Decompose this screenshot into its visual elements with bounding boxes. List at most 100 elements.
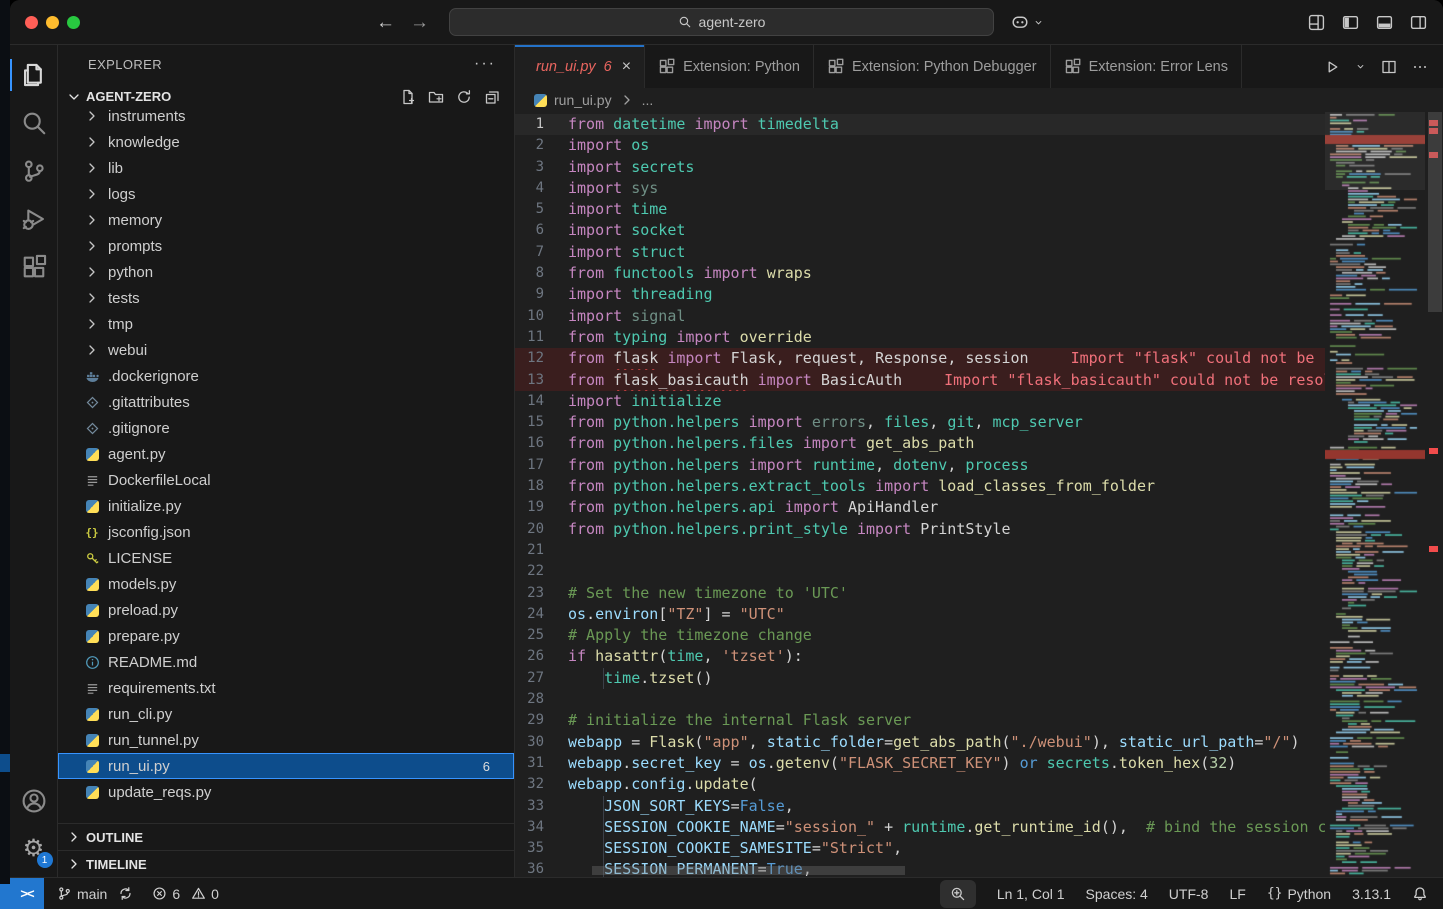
code-line-30[interactable]: 30 webapp = Flask("app", static_folder = ge… (515, 732, 1325, 753)
code-editor[interactable]: 1 from datetime import timedelta 2 import o… (515, 112, 1443, 877)
file-row-jsconfig.json[interactable]: {} jsconfig.json (58, 519, 514, 545)
horizontal-scrollbar[interactable] (592, 866, 905, 875)
code-line-2[interactable]: 2 import os (515, 135, 1325, 156)
notifications-bell-icon[interactable] (1412, 886, 1428, 902)
activity-explorer-icon[interactable] (10, 51, 58, 99)
sync-icon[interactable] (118, 886, 133, 901)
file-row-run_tunnel.py[interactable]: run_tunnel.py (58, 727, 514, 753)
problems-item[interactable]: 6 0 (152, 886, 219, 902)
breadcrumb-more[interactable]: ... (642, 92, 654, 108)
copilot-menu[interactable] (1011, 13, 1044, 31)
cursor-position[interactable]: Ln 1, Col 1 (997, 886, 1065, 902)
code-line-33[interactable]: 33 JSON_SORT_KEYS = False, (515, 796, 1325, 817)
file-row-initialize.py[interactable]: initialize.py (58, 493, 514, 519)
code-line-23[interactable]: 23 # Set the new timezone to 'UTC' (515, 583, 1325, 604)
outline-panel-header[interactable]: OUTLINE (58, 823, 514, 850)
code-line-1[interactable]: 1 from datetime import timedelta (515, 114, 1325, 136)
minimap-slider[interactable] (1325, 112, 1425, 190)
code-line-26[interactable]: 26 if hasattr(time, 'tzset'): (515, 646, 1325, 667)
code-line-10[interactable]: 10 import signal (515, 306, 1325, 327)
minimize-window-button[interactable] (46, 15, 59, 29)
folder-row-knowledge[interactable]: knowledge (58, 129, 514, 155)
close-icon[interactable]: × (622, 58, 631, 76)
timeline-panel-header[interactable]: TIMELINE (58, 850, 514, 877)
code-line-31[interactable]: 31 webapp. secret_key = os. getenv("FLASK_S… (515, 753, 1325, 774)
close-window-button[interactable] (25, 15, 38, 29)
code-line-32[interactable]: 32 webapp. config. update( (515, 774, 1325, 795)
chevron-down-icon[interactable] (1355, 61, 1366, 72)
code-line-19[interactable]: 19 from python.helpers.api import ApiHand… (515, 497, 1325, 518)
tab-run-ui-py[interactable]: run_ui.py 6 × (515, 45, 646, 88)
file-row-README.md[interactable]: README.md (58, 649, 514, 675)
code-line-28[interactable]: 28 (515, 689, 1325, 710)
code-line-17[interactable]: 17 from python.helpers import runtime, do… (515, 455, 1325, 476)
file-row-requirements.txt[interactable]: requirements.txt (58, 675, 514, 701)
toggle-panel-icon[interactable] (1376, 14, 1393, 31)
eol-setting[interactable]: LF (1229, 886, 1245, 902)
code-line-6[interactable]: 6 import socket (515, 220, 1325, 241)
command-center-search[interactable]: agent-zero (449, 8, 994, 36)
file-row-preload.py[interactable]: preload.py (58, 597, 514, 623)
code-line-3[interactable]: 3 import secrets (515, 157, 1325, 178)
code-line-8[interactable]: 8 from functools import wraps (515, 263, 1325, 284)
zoom-button[interactable] (939, 879, 976, 908)
folder-row-tests[interactable]: tests (58, 285, 514, 311)
toggle-primary-sidebar-icon[interactable] (1342, 14, 1359, 31)
folder-row-instruments[interactable]: instruments (58, 103, 514, 129)
folder-row-tmp[interactable]: tmp (58, 311, 514, 337)
code-line-14[interactable]: 14 import initialize (515, 391, 1325, 412)
folder-row-memory[interactable]: memory (58, 207, 514, 233)
code-line-35[interactable]: 35 SESSION_COOKIE_SAMESITE = "Strict", (515, 838, 1325, 859)
code-line-11[interactable]: 11 from typing import override (515, 327, 1325, 348)
explorer-more-actions-icon[interactable]: ··· (474, 55, 496, 73)
split-editor-icon[interactable] (1381, 59, 1397, 75)
encoding-setting[interactable]: UTF-8 (1169, 886, 1209, 902)
git-branch-item[interactable]: main (57, 886, 133, 902)
tab-extension-python-debugger[interactable]: Extension: Python Debugger (813, 45, 1051, 88)
maximize-window-button[interactable] (67, 15, 80, 29)
activity-accounts-icon[interactable] (10, 777, 58, 825)
file-row-models.py[interactable]: models.py (58, 571, 514, 597)
code-line-7[interactable]: 7 import struct (515, 242, 1325, 263)
file-row-.gitignore[interactable]: .gitignore (58, 415, 514, 441)
code-line-13[interactable]: 13 from flask_basicauth import BasicAuth I… (515, 369, 1325, 391)
code-line-27[interactable]: 27 time. tzset() (515, 668, 1325, 689)
tab-extension-python[interactable]: Extension: Python (645, 45, 814, 88)
activity-run-debug-icon[interactable] (10, 195, 58, 243)
file-row-.gitattributes[interactable]: .gitattributes (58, 389, 514, 415)
minimap[interactable] (1325, 112, 1425, 877)
editor-more-actions-icon[interactable] (1412, 59, 1428, 75)
folder-row-webui[interactable]: webui (58, 337, 514, 363)
file-row-prepare.py[interactable]: prepare.py (58, 623, 514, 649)
code-line-21[interactable]: 21 (515, 540, 1325, 561)
code-line-4[interactable]: 4 import sys (515, 178, 1325, 199)
activity-search-icon[interactable] (10, 99, 58, 147)
code-line-5[interactable]: 5 import time (515, 199, 1325, 220)
folder-row-python[interactable]: python (58, 259, 514, 285)
python-interpreter-version[interactable]: 3.13.1 (1352, 886, 1391, 902)
code-line-15[interactable]: 15 from python.helpers import errors, fil… (515, 412, 1325, 433)
activity-source-control-icon[interactable] (10, 147, 58, 195)
file-row-.dockerignore[interactable]: .dockerignore (58, 363, 514, 389)
breadcrumb[interactable]: run_ui.py ... (515, 88, 1443, 112)
file-row-agent.py[interactable]: agent.py (58, 441, 514, 467)
code-line-22[interactable]: 22 (515, 561, 1325, 582)
file-row-update_reqs.py[interactable]: update_reqs.py (58, 779, 514, 805)
file-row-DockerfileLocal[interactable]: DockerfileLocal (58, 467, 514, 493)
code-line-20[interactable]: 20 from python.helpers.print_style import… (515, 519, 1325, 540)
code-line-12[interactable]: 12 from flask import Flask, request, Resp… (515, 348, 1325, 370)
remote-indicator[interactable]: >< (10, 878, 44, 909)
tab-extension-error-lens[interactable]: Extension: Error Lens (1050, 45, 1242, 88)
breadcrumb-file[interactable]: run_ui.py (554, 92, 612, 108)
code-line-29[interactable]: 29 # initialize the internal Flask server (515, 710, 1325, 731)
indentation-setting[interactable]: Spaces: 4 (1086, 886, 1148, 902)
back-icon[interactable]: ← (376, 13, 395, 32)
code-line-9[interactable]: 9 import threading (515, 284, 1325, 305)
toggle-secondary-sidebar-icon[interactable] (1410, 14, 1427, 31)
file-row-run_ui.py[interactable]: run_ui.py 6 (58, 753, 514, 779)
run-file-icon[interactable] (1324, 59, 1340, 75)
file-row-run_cli.py[interactable]: run_cli.py (58, 701, 514, 727)
code-line-18[interactable]: 18 from python.helpers.extract_tools impo… (515, 476, 1325, 497)
language-mode[interactable]: {} Python (1267, 886, 1331, 902)
code-line-24[interactable]: 24 os. environ["TZ"] = "UTC" (515, 604, 1325, 625)
